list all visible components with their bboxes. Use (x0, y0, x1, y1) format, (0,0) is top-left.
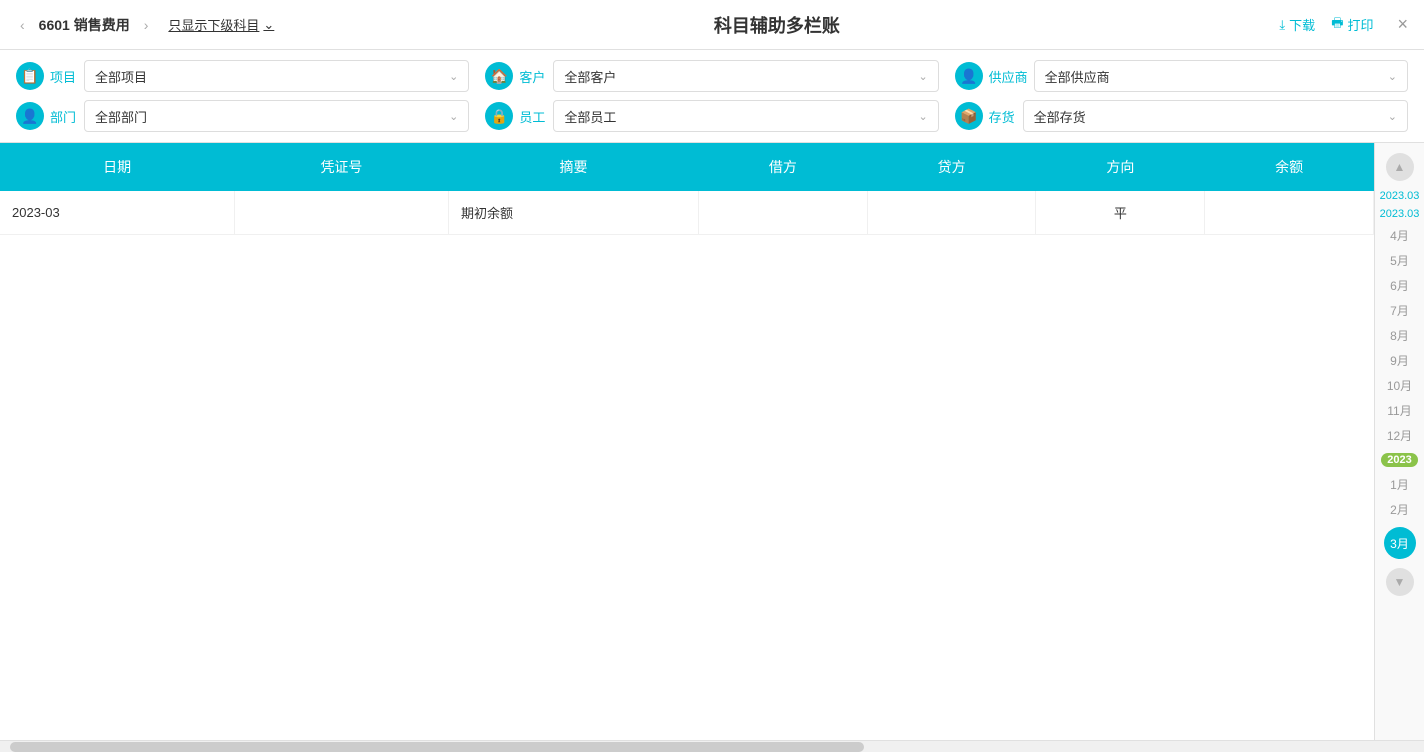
cell-date: 2023-03 (0, 191, 234, 235)
bottom-scrollbar[interactable] (0, 740, 1424, 752)
col-credit: 贷方 (867, 143, 1036, 191)
department-arrow-icon: ⌄ (449, 110, 458, 123)
filter-row-1: 📋 项目 全部项目 ⌄ 🏠 客户 全部客户 ⌄ 👤 供应商 全部供应 (16, 60, 1408, 92)
inventory-select[interactable]: 全部存货 ⌄ (1023, 100, 1408, 132)
department-label: 部门 (50, 107, 78, 126)
project-value: 全部项目 (95, 67, 147, 86)
cell-direction: 平 (1036, 191, 1205, 235)
department-icon: 👤 (16, 102, 44, 130)
filter-supplier: 👤 供应商 全部供应商 ⌄ (955, 60, 1408, 92)
cell-debit (698, 191, 867, 235)
sidebar-month-4[interactable]: 4月 (1375, 223, 1424, 248)
sidebar-month-12[interactable]: 12月 (1375, 423, 1424, 448)
project-arrow-icon: ⌄ (449, 70, 458, 83)
table-row: 2023-03 期初余额 平 (0, 191, 1374, 235)
close-button[interactable]: × (1397, 14, 1408, 35)
department-value: 全部部门 (95, 107, 147, 126)
download-button[interactable]: ⤓ 下载 (1279, 15, 1315, 34)
sidebar-month-8[interactable]: 8月 (1375, 323, 1424, 348)
inventory-arrow-icon: ⌄ (1388, 110, 1397, 123)
download-icon: ⤓ (1279, 17, 1285, 33)
main-container: ‹ 6601 销售费用 › 只显示下级科目 ⌄ 科目辅助多栏账 ⤓ 下载 🖶 打… (0, 0, 1424, 752)
customer-label: 客户 (519, 67, 547, 86)
top-bar: ‹ 6601 销售费用 › 只显示下级科目 ⌄ 科目辅助多栏账 ⤓ 下载 🖶 打… (0, 0, 1424, 50)
top-actions: ⤓ 下载 🖶 打印 × (1279, 14, 1408, 36)
supplier-value: 全部供应商 (1045, 67, 1110, 86)
col-balance: 余额 (1205, 143, 1374, 191)
employee-label: 员工 (519, 107, 547, 126)
account-code: 6601 销售费用 (35, 15, 134, 35)
col-date: 日期 (0, 143, 234, 191)
filter-inventory: 📦 存货 全部存货 ⌄ (955, 100, 1408, 132)
sidebar-down-button[interactable]: ▼ (1386, 568, 1414, 596)
cell-credit (867, 191, 1036, 235)
table-container[interactable]: 日期 凭证号 摘要 借方 贷方 方向 余额 2023-03 期初余额 平 (0, 143, 1374, 740)
department-select[interactable]: 全部部门 ⌄ (84, 100, 469, 132)
year-badge: 2023 (1381, 453, 1417, 467)
col-voucher: 凭证号 (234, 143, 448, 191)
page-title: 科目辅助多栏账 (274, 12, 1279, 38)
show-sub-label: 只显示下级科目 (168, 15, 259, 34)
employee-icon: 🔒 (485, 102, 513, 130)
project-icon: 📋 (16, 62, 44, 90)
print-label: 打印 (1347, 15, 1373, 34)
supplier-icon: 👤 (955, 62, 983, 90)
right-sidebar: ▲ 2023.03 2023.03 4月 5月 6月 7月 8月 9月 10月 … (1374, 143, 1424, 740)
employee-arrow-icon: ⌄ (918, 110, 927, 123)
employee-value: 全部员工 (564, 107, 616, 126)
sidebar-up-button[interactable]: ▲ (1386, 153, 1414, 181)
content-area: 日期 凭证号 摘要 借方 贷方 方向 余额 2023-03 期初余额 平 (0, 143, 1424, 740)
filter-employee: 🔒 员工 全部员工 ⌄ (485, 100, 938, 132)
customer-arrow-icon: ⌄ (918, 70, 927, 83)
show-sub-dropdown[interactable]: 只显示下级科目 ⌄ (168, 15, 274, 34)
sidebar-month-11[interactable]: 11月 (1375, 398, 1424, 423)
filter-row-2: 👤 部门 全部部门 ⌄ 🔒 员工 全部员工 ⌄ 📦 存货 全部存货 (16, 100, 1408, 132)
col-summary: 摘要 (449, 143, 699, 191)
filter-bar: 📋 项目 全部项目 ⌄ 🏠 客户 全部客户 ⌄ 👤 供应商 全部供应 (0, 50, 1424, 143)
supplier-arrow-icon: ⌄ (1388, 70, 1397, 83)
col-debit: 借方 (698, 143, 867, 191)
selected-month-container: 3月 (1375, 525, 1424, 561)
filter-department: 👤 部门 全部部门 ⌄ (16, 100, 469, 132)
supplier-select[interactable]: 全部供应商 ⌄ (1034, 60, 1408, 92)
sidebar-month-9[interactable]: 9月 (1375, 348, 1424, 373)
filter-customer: 🏠 客户 全部客户 ⌄ (485, 60, 938, 92)
customer-icon: 🏠 (485, 62, 513, 90)
inventory-value: 全部存货 (1034, 107, 1086, 126)
project-select[interactable]: 全部项目 ⌄ (84, 60, 469, 92)
table-body: 2023-03 期初余额 平 (0, 191, 1374, 235)
cell-summary: 期初余额 (449, 191, 699, 235)
sidebar-month-2[interactable]: 2月 (1375, 497, 1424, 522)
print-icon: 🖶 (1331, 14, 1343, 36)
data-table: 日期 凭证号 摘要 借方 贷方 方向 余额 2023-03 期初余额 平 (0, 143, 1374, 235)
sidebar-date-2[interactable]: 2023.03 (1375, 205, 1424, 223)
sidebar-month-7[interactable]: 7月 (1375, 298, 1424, 323)
employee-select[interactable]: 全部员工 ⌄ (553, 100, 938, 132)
supplier-label: 供应商 (989, 67, 1028, 86)
sidebar-month-10[interactable]: 10月 (1375, 373, 1424, 398)
customer-select[interactable]: 全部客户 ⌄ (553, 60, 938, 92)
cell-balance (1205, 191, 1374, 235)
year-badge-container: 2023 (1375, 451, 1424, 469)
customer-value: 全部客户 (564, 67, 616, 86)
cell-voucher (234, 191, 448, 235)
inventory-label: 存货 (989, 107, 1017, 126)
nav-section: ‹ 6601 销售费用 › (16, 15, 152, 35)
sidebar-month-1[interactable]: 1月 (1375, 472, 1424, 497)
scrollbar-thumb (10, 742, 864, 752)
sidebar-month-3-selected[interactable]: 3月 (1384, 527, 1416, 559)
download-label: 下载 (1289, 15, 1315, 34)
sidebar-date-1[interactable]: 2023.03 (1375, 187, 1424, 205)
nav-prev-arrow[interactable]: ‹ (16, 15, 29, 35)
nav-next-arrow[interactable]: › (140, 15, 153, 35)
print-button[interactable]: 🖶 打印 (1331, 14, 1373, 36)
col-direction: 方向 (1036, 143, 1205, 191)
inventory-icon: 📦 (955, 102, 983, 130)
filter-project: 📋 项目 全部项目 ⌄ (16, 60, 469, 92)
sidebar-month-6[interactable]: 6月 (1375, 273, 1424, 298)
sidebar-month-5[interactable]: 5月 (1375, 248, 1424, 273)
project-label: 项目 (50, 67, 78, 86)
table-header-row: 日期 凭证号 摘要 借方 贷方 方向 余额 (0, 143, 1374, 191)
show-sub-chevron-icon: ⌄ (263, 17, 274, 33)
